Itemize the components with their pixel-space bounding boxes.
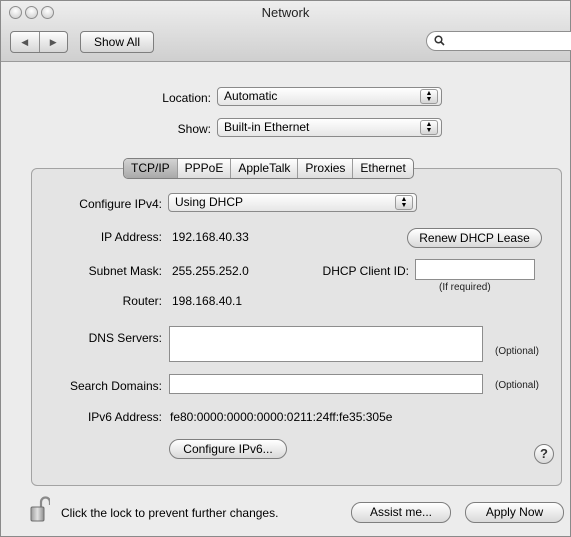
- titlebar: Network ◀ ▶ Show All: [1, 1, 571, 62]
- router-value: 198.168.40.1: [172, 294, 243, 308]
- lock-message: Click the lock to prevent further change…: [61, 506, 279, 520]
- dns-servers-field[interactable]: [169, 326, 483, 362]
- configure-ipv6-button[interactable]: Configure IPv6...: [169, 439, 287, 459]
- popup-arrows-icon: ▲ ▼: [420, 120, 438, 135]
- popup-arrows-icon: ▲ ▼: [395, 195, 413, 210]
- dhcp-client-id-label: DHCP Client ID:: [322, 264, 409, 278]
- tab-appletalk[interactable]: AppleTalk: [230, 159, 297, 178]
- back-icon[interactable]: ◀: [11, 32, 39, 52]
- help-button[interactable]: ?: [534, 444, 554, 464]
- subnet-mask-value: 255.255.252.0: [172, 264, 249, 278]
- tab-pppoe[interactable]: PPPoE: [176, 159, 231, 178]
- tab-tcpip[interactable]: TCP/IP: [124, 159, 177, 178]
- tab-ethernet[interactable]: Ethernet: [352, 159, 412, 178]
- renew-dhcp-lease-button[interactable]: Renew DHCP Lease: [407, 228, 542, 248]
- ipv6-address-value: fe80:0000:0000:0000:0211:24ff:fe35:305e: [170, 410, 393, 424]
- show-value: Built-in Ethernet: [224, 120, 310, 134]
- back-forward-group: ◀ ▶: [10, 31, 68, 53]
- ip-address-value: 192.168.40.33: [172, 230, 249, 244]
- search-domains-field[interactable]: [169, 374, 483, 394]
- search-field[interactable]: [426, 31, 571, 51]
- show-popup[interactable]: Built-in Ethernet ▲ ▼: [217, 118, 442, 137]
- assist-me-button[interactable]: Assist me...: [351, 502, 451, 523]
- subnet-mask-label: Subnet Mask:: [88, 264, 162, 278]
- popup-arrows-icon: ▲ ▼: [420, 89, 438, 104]
- dns-servers-label: DNS Servers:: [88, 331, 162, 345]
- tab-bar: TCP/IP PPPoE AppleTalk Proxies Ethernet: [123, 158, 414, 179]
- apply-now-button[interactable]: Apply Now: [465, 502, 564, 523]
- lock-icon[interactable]: [30, 496, 52, 522]
- network-preferences-window: Network ◀ ▶ Show All Location: Automatic…: [0, 0, 571, 537]
- location-label: Location:: [162, 91, 211, 105]
- show-all-button[interactable]: Show All: [80, 31, 154, 53]
- tab-proxies[interactable]: Proxies: [297, 159, 352, 178]
- forward-icon[interactable]: ▶: [38, 32, 68, 52]
- window-title: Network: [261, 5, 310, 20]
- ip-address-label: IP Address:: [100, 230, 162, 244]
- router-label: Router:: [122, 294, 162, 308]
- dns-servers-hint: (Optional): [495, 346, 539, 357]
- search-domains-hint: (Optional): [495, 380, 539, 391]
- location-value: Automatic: [224, 89, 278, 103]
- dhcp-client-id-hint: (If required): [439, 282, 491, 293]
- dhcp-client-id-field[interactable]: [415, 259, 535, 280]
- configure-ipv4-value: Using DHCP: [175, 195, 244, 209]
- search-domains-label: Search Domains:: [69, 379, 162, 393]
- configure-ipv4-popup[interactable]: Using DHCP ▲ ▼: [168, 193, 417, 212]
- location-popup[interactable]: Automatic ▲ ▼: [217, 87, 442, 106]
- configure-ipv4-label: Configure IPv4:: [79, 197, 162, 211]
- show-label: Show:: [177, 122, 211, 136]
- ipv6-address-label: IPv6 Address:: [87, 410, 162, 424]
- search-icon: [434, 35, 445, 49]
